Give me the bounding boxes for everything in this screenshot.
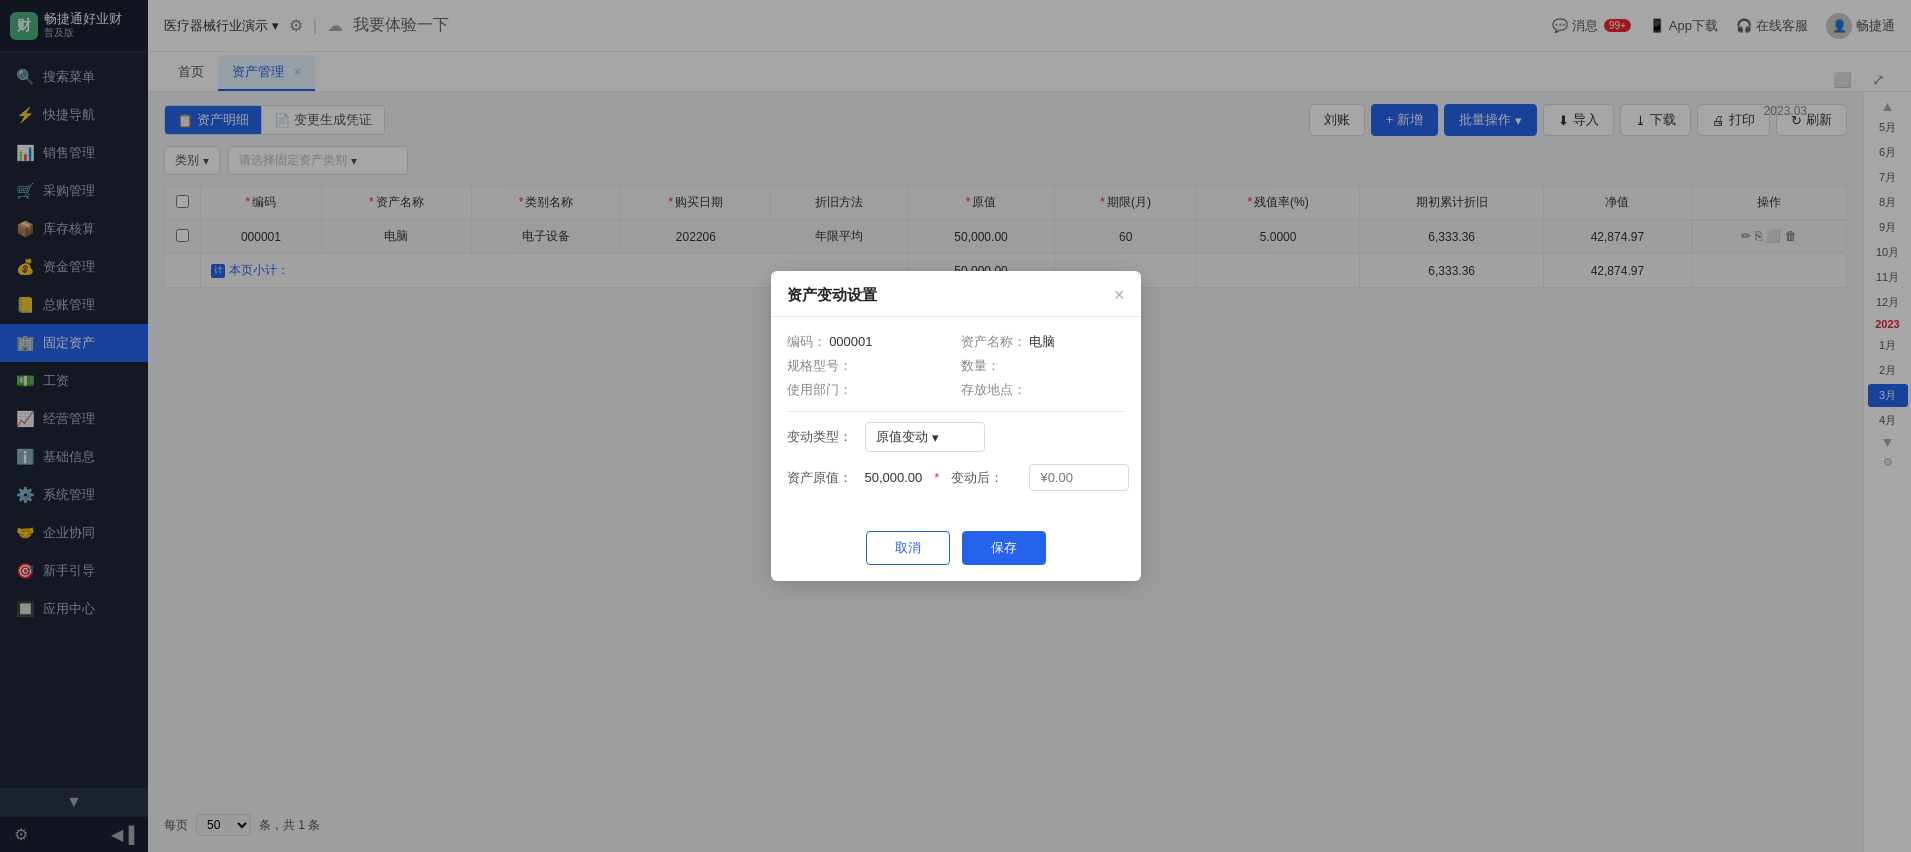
cancel-button[interactable]: 取消 [866,531,950,565]
modal-info-grid: 编码： 000001 资产名称： 电脑 规格型号： 数量： 使用部门： [787,333,1125,399]
modal-location-item: 存放地点： [961,381,1125,399]
modal-name-value: 电脑 [1029,334,1055,349]
modal-code-value: 000001 [829,334,872,349]
modal-changetype-row: 变动类型： 原值变动 ▾ [787,422,1125,452]
modal-dept-item: 使用部门： [787,381,951,399]
modal-original-row: 资产原值： 50,000.00 * 变动后： [787,464,1125,491]
required-star: * [934,470,939,485]
modal-header: 资产变动设置 × [771,271,1141,317]
modal-body: 编码： 000001 资产名称： 电脑 规格型号： 数量： 使用部门： [771,317,1141,519]
modal-original-value: 50,000.00 [865,470,923,485]
modal-code-item: 编码： 000001 [787,333,951,351]
change-type-select[interactable]: 原值变动 ▾ [865,422,985,452]
modal-close-button[interactable]: × [1114,285,1125,306]
asset-change-modal: 资产变动设置 × 编码： 000001 资产名称： 电脑 规格型号： 数量： [771,271,1141,581]
modal-spec-item: 规格型号： [787,357,951,375]
modal-footer: 取消 保存 [771,519,1141,581]
modal-divider [787,411,1125,412]
modal-title: 资产变动设置 [787,286,877,305]
save-button[interactable]: 保存 [962,531,1046,565]
modal-overlay: 资产变动设置 × 编码： 000001 资产名称： 电脑 规格型号： 数量： [0,0,1911,852]
change-type-dropdown-icon: ▾ [932,430,939,445]
modal-quantity-item: 数量： [961,357,1125,375]
modal-name-item: 资产名称： 电脑 [961,333,1125,351]
after-change-input[interactable] [1029,464,1129,491]
